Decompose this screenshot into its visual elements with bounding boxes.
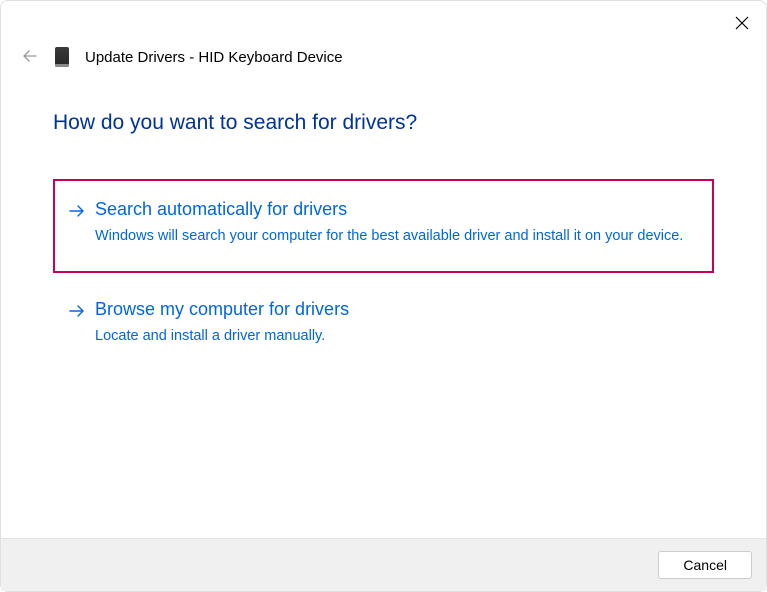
option-title: Browse my computer for drivers bbox=[95, 299, 688, 320]
option-search-automatically[interactable]: Search automatically for drivers Windows… bbox=[53, 179, 714, 273]
arrow-right-icon bbox=[69, 204, 85, 222]
dialog-title: Update Drivers - HID Keyboard Device bbox=[85, 49, 343, 66]
close-icon bbox=[735, 16, 749, 30]
dialog-footer: Cancel bbox=[1, 538, 766, 591]
option-description: Locate and install a driver manually. bbox=[95, 326, 688, 347]
device-icon bbox=[55, 47, 69, 67]
option-title: Search automatically for drivers bbox=[95, 199, 688, 220]
arrow-right-icon bbox=[69, 304, 85, 322]
back-button[interactable] bbox=[23, 49, 39, 66]
option-text: Browse my computer for drivers Locate an… bbox=[95, 299, 688, 347]
back-arrow-icon bbox=[23, 50, 37, 62]
header-row: Update Drivers - HID Keyboard Device bbox=[1, 33, 766, 67]
cancel-button[interactable]: Cancel bbox=[658, 551, 752, 579]
option-description: Windows will search your computer for th… bbox=[95, 226, 688, 247]
close-button[interactable] bbox=[732, 13, 752, 33]
option-browse-computer[interactable]: Browse my computer for drivers Locate an… bbox=[53, 297, 714, 365]
content-area: How do you want to search for drivers? S… bbox=[1, 67, 766, 365]
titlebar bbox=[1, 1, 766, 33]
question-heading: How do you want to search for drivers? bbox=[53, 111, 714, 135]
option-text: Search automatically for drivers Windows… bbox=[95, 199, 688, 247]
